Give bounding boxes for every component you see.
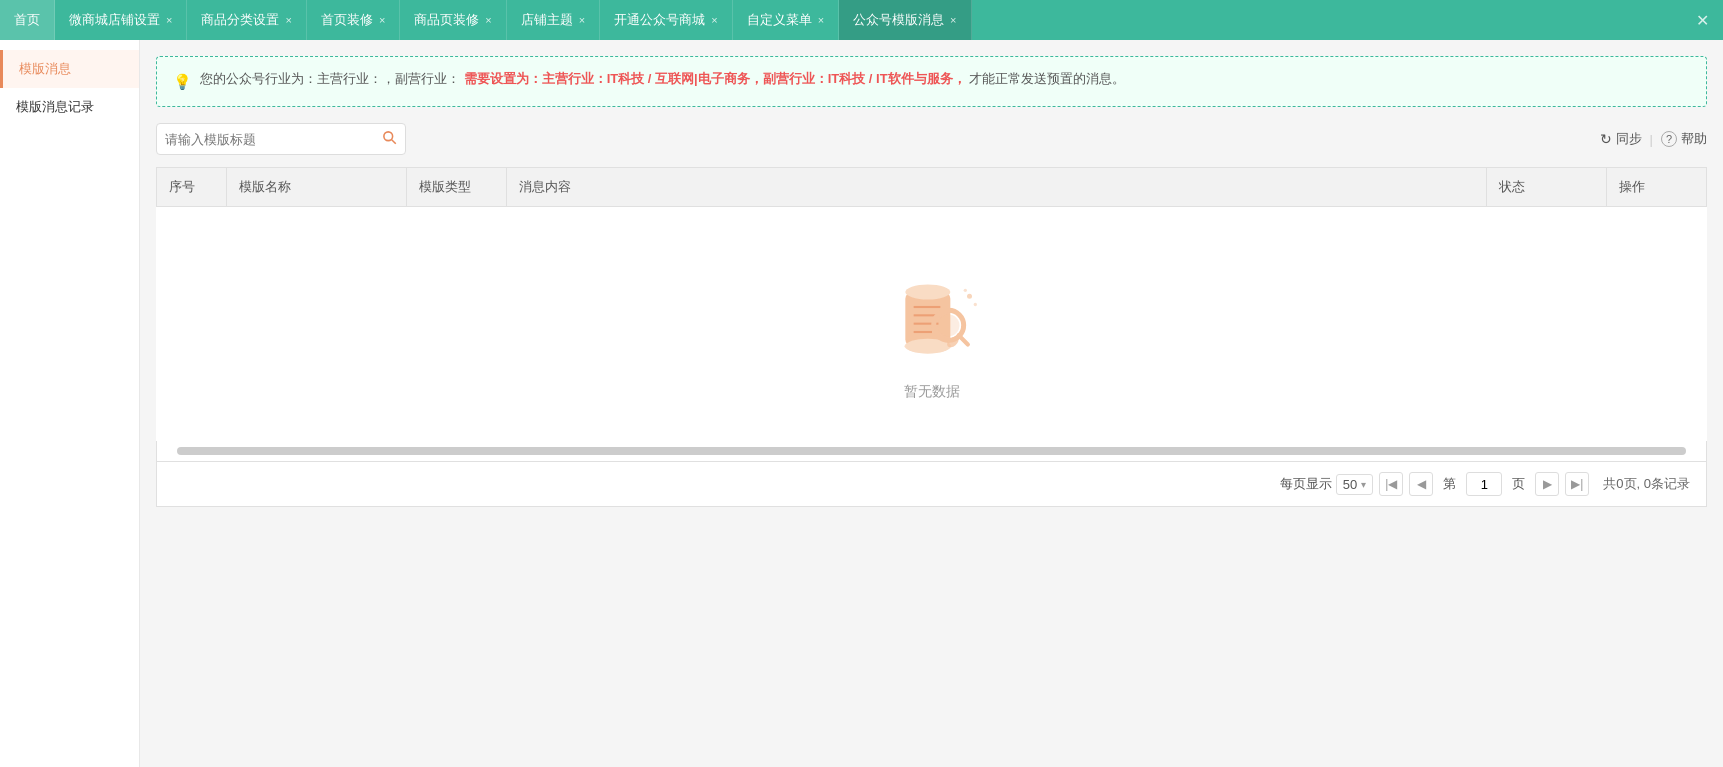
notice-banner: 💡 您的公众号行业为：主营行业：，副营行业： 需要设置为：主营行业：IT科技 /…	[156, 56, 1707, 107]
nav-tab-product-deco-close[interactable]: ×	[485, 14, 491, 26]
nav-tab-product-cat-close[interactable]: ×	[285, 14, 291, 26]
page-size-box[interactable]: 50 ▾	[1336, 474, 1373, 495]
page-unit-label: 页	[1512, 475, 1525, 493]
svg-line-12	[958, 335, 967, 344]
nav-tab-open-mall-label: 开通公众号商城	[614, 11, 705, 29]
toolbar-divider: |	[1650, 132, 1653, 147]
top-nav: 首页 微商城店铺设置 × 商品分类设置 × 首页装修 × 商品页装修 × 店铺主…	[0, 0, 1723, 40]
help-icon: ?	[1661, 131, 1677, 147]
sidebar-item-template-msg-label: 模版消息	[19, 61, 71, 76]
nav-tab-template-msg-label: 公众号模版消息	[853, 11, 944, 29]
col-type: 模版类型	[407, 168, 507, 207]
sidebar: 模版消息 模版消息记录	[0, 40, 140, 767]
help-button[interactable]: ? 帮助	[1661, 130, 1707, 148]
svg-point-13	[967, 294, 972, 299]
empty-text: 暂无数据	[904, 383, 960, 401]
notice-highlight: 需要设置为：主营行业：IT科技 / 互联网|电子商务，副营行业：IT科技 / I…	[464, 71, 966, 86]
svg-point-11	[937, 315, 959, 337]
toolbar-right: ↻ 同步 | ? 帮助	[1600, 130, 1707, 148]
main-content: 💡 您的公众号行业为：主营行业：，副营行业： 需要设置为：主营行业：IT科技 /…	[140, 40, 1723, 767]
svg-point-0	[384, 132, 393, 141]
last-page-button[interactable]: ▶|	[1565, 472, 1589, 496]
first-page-button[interactable]: |◀	[1379, 472, 1403, 496]
nav-tab-home-label: 首页	[14, 11, 40, 29]
nav-tab-custom-menu[interactable]: 自定义菜单 ×	[733, 0, 839, 40]
next-page-button[interactable]: ▶	[1535, 472, 1559, 496]
nav-tab-product-deco-label: 商品页装修	[414, 11, 479, 29]
nav-tab-home-deco[interactable]: 首页装修 ×	[307, 0, 400, 40]
nav-tab-product-cat-label: 商品分类设置	[201, 11, 279, 29]
search-input[interactable]	[165, 132, 382, 147]
notice-text: 您的公众号行业为：主营行业：，副营行业： 需要设置为：主营行业：IT科技 / 互…	[200, 69, 1125, 90]
sync-label: 同步	[1616, 130, 1642, 148]
nav-tab-shop-theme[interactable]: 店铺主题 ×	[507, 0, 600, 40]
page-number-input[interactable]	[1466, 472, 1502, 496]
nav-tab-template-msg-close[interactable]: ×	[950, 14, 956, 26]
nav-tab-product-cat[interactable]: 商品分类设置 ×	[187, 0, 306, 40]
col-status: 状态	[1487, 168, 1607, 207]
nav-tab-home-deco-close[interactable]: ×	[379, 14, 385, 26]
col-content: 消息内容	[507, 168, 1487, 207]
notice-prefix: 您的公众号行业为：主营行业：，副营行业：	[200, 71, 460, 86]
help-label: 帮助	[1681, 130, 1707, 148]
empty-illustration	[882, 267, 982, 367]
sidebar-item-template-msg-record-label: 模版消息记录	[16, 99, 94, 114]
search-input-wrapper[interactable]	[156, 123, 406, 155]
scrollbar-row[interactable]	[156, 441, 1707, 462]
data-table: 序号 模版名称 模版类型 消息内容 状态 操作	[156, 167, 1707, 207]
search-button[interactable]	[382, 130, 397, 148]
nav-tab-home[interactable]: 首页	[0, 0, 55, 40]
nav-tab-shop-theme-close[interactable]: ×	[579, 14, 585, 26]
page-size-value: 50	[1343, 477, 1357, 492]
svg-line-1	[392, 140, 396, 144]
nav-tab-template-msg[interactable]: 公众号模版消息 ×	[839, 0, 971, 40]
chevron-down-icon: ▾	[1361, 479, 1366, 490]
notice-bulb-icon: 💡	[173, 70, 192, 94]
nav-tab-open-mall-close[interactable]: ×	[711, 14, 717, 26]
svg-point-4	[905, 285, 950, 300]
search-icon	[382, 130, 397, 145]
nav-tab-wshop[interactable]: 微商城店铺设置 ×	[55, 0, 187, 40]
svg-point-15	[963, 289, 966, 292]
prev-page-button[interactable]: ◀	[1409, 472, 1433, 496]
nav-tab-wshop-close[interactable]: ×	[166, 14, 172, 26]
svg-point-14	[973, 303, 976, 306]
nav-tab-custom-menu-label: 自定义菜单	[747, 11, 812, 29]
search-bar: ↻ 同步 | ? 帮助	[156, 123, 1707, 155]
nav-tab-product-deco[interactable]: 商品页装修 ×	[400, 0, 506, 40]
notice-suffix: 才能正常发送预置的消息。	[969, 71, 1125, 86]
col-name: 模版名称	[227, 168, 407, 207]
page-goto-label: 第	[1443, 475, 1456, 493]
col-actions: 操作	[1607, 168, 1707, 207]
nav-tab-shop-theme-label: 店铺主题	[521, 11, 573, 29]
nav-tab-custom-menu-close[interactable]: ×	[818, 14, 824, 26]
nav-tab-open-mall[interactable]: 开通公众号商城 ×	[600, 0, 732, 40]
pagination-bar: 每页显示 50 ▾ |◀ ◀ 第 页 ▶ ▶| 共0页, 0条记录	[156, 462, 1707, 507]
page-size-label: 每页显示	[1280, 475, 1332, 493]
sidebar-item-template-msg[interactable]: 模版消息	[0, 50, 139, 88]
nav-tab-home-deco-label: 首页装修	[321, 11, 373, 29]
close-all-tabs-button[interactable]: ✕	[1682, 11, 1723, 30]
main-layout: 模版消息 模版消息记录 💡 您的公众号行业为：主营行业：，副营行业： 需要设置为…	[0, 40, 1723, 767]
sync-icon: ↻	[1600, 131, 1612, 147]
sidebar-item-template-msg-record[interactable]: 模版消息记录	[0, 88, 139, 126]
table-header-row: 序号 模版名称 模版类型 消息内容 状态 操作	[157, 168, 1707, 207]
page-size-select: 每页显示 50 ▾	[1280, 474, 1373, 495]
col-seq: 序号	[157, 168, 227, 207]
pagination-total-info: 共0页, 0条记录	[1603, 475, 1690, 493]
sync-button[interactable]: ↻ 同步	[1600, 130, 1642, 148]
empty-state: 暂无数据	[156, 207, 1707, 441]
horizontal-scrollbar[interactable]	[177, 447, 1686, 455]
nav-tab-wshop-label: 微商城店铺设置	[69, 11, 160, 29]
